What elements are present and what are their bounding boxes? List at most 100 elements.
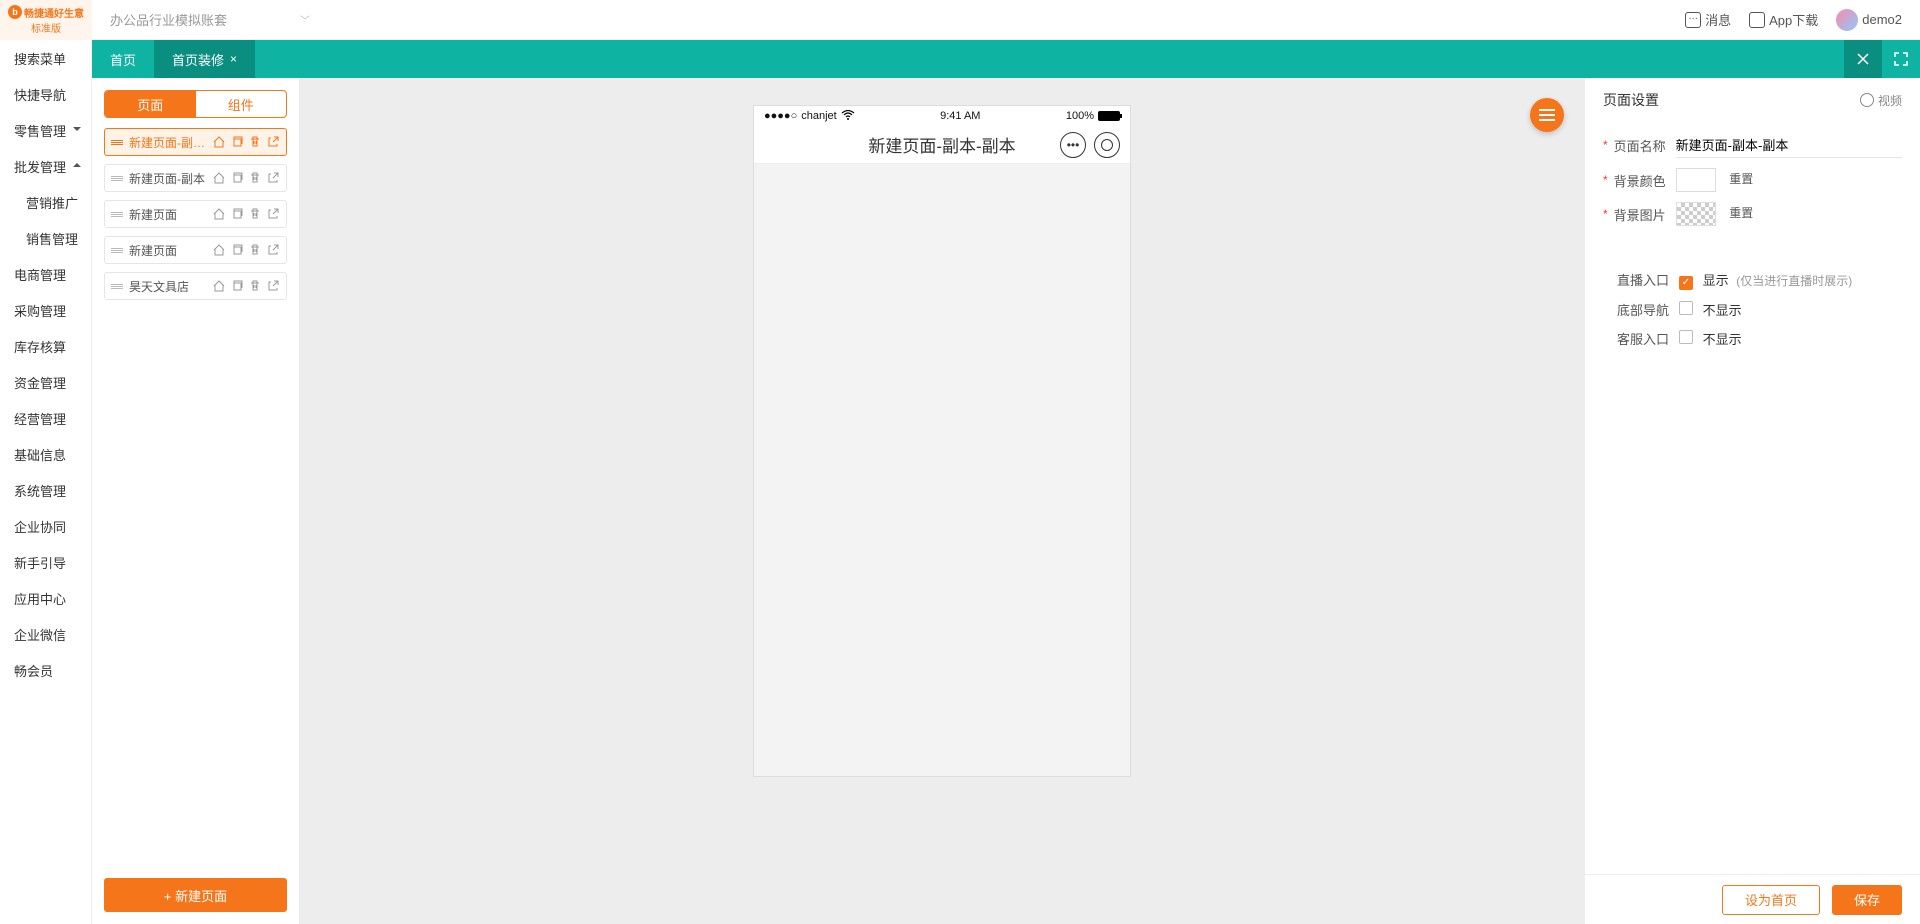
- ribbon-tab[interactable]: 首页: [92, 40, 154, 78]
- bottom-nav-checkbox[interactable]: [1679, 301, 1693, 315]
- delete-icon[interactable]: [248, 171, 262, 185]
- tab-close-icon[interactable]: ×: [230, 52, 237, 66]
- external-link-icon[interactable]: [266, 135, 280, 149]
- capsule-more-icon: •••: [1060, 132, 1086, 158]
- external-link-icon[interactable]: [266, 171, 280, 185]
- page-name-label: 新建页面: [129, 242, 206, 259]
- sidebar-item[interactable]: 批发管理: [0, 148, 91, 184]
- message-icon: [1685, 12, 1701, 28]
- top-bar: b 畅捷通好生意 标准版 办公品行业模拟账套 ﹀ 消息 App下载 demo2: [0, 0, 1920, 40]
- sidebar-item[interactable]: 系统管理: [0, 472, 91, 508]
- page-component-toggle: 页面 组件: [104, 90, 287, 118]
- seg-page-tab[interactable]: 页面: [105, 91, 196, 117]
- page-list-row[interactable]: 新建页面-副本: [104, 164, 287, 192]
- close-icon: [1856, 52, 1870, 66]
- capsule-target-icon: [1094, 132, 1120, 158]
- save-button[interactable]: 保存: [1832, 885, 1902, 915]
- sidebar-item[interactable]: 采购管理: [0, 292, 91, 328]
- sidebar-item[interactable]: 基础信息: [0, 436, 91, 472]
- avatar: [1836, 9, 1858, 31]
- service-label: 不显示: [1703, 332, 1742, 347]
- bg-image-swatch[interactable]: [1676, 202, 1716, 226]
- brand-icon: b: [8, 5, 22, 19]
- sidebar-item[interactable]: 资金管理: [0, 364, 91, 400]
- sidebar-item[interactable]: 库存核算: [0, 328, 91, 364]
- settings-panel: 页面设置 视频 * 页面名称 * 背景颜色 重置: [1584, 78, 1920, 924]
- sidebar-subitem[interactable]: 销售管理: [0, 220, 91, 256]
- sidebar-item[interactable]: 快捷导航: [0, 76, 91, 112]
- sidebar-item[interactable]: 应用中心: [0, 580, 91, 616]
- live-hint: (仅当进行直播时展示): [1736, 274, 1852, 288]
- phone-body[interactable]: [754, 164, 1130, 776]
- fullscreen-button[interactable]: [1882, 40, 1920, 78]
- copy-icon[interactable]: [230, 207, 244, 221]
- sidebar-item[interactable]: 经营管理: [0, 400, 91, 436]
- component-drawer-toggle[interactable]: [1530, 98, 1564, 132]
- external-link-icon[interactable]: [266, 207, 280, 221]
- bg-image-reset[interactable]: 重置: [1729, 206, 1753, 220]
- ribbon-tab[interactable]: 首页装修×: [154, 40, 255, 78]
- brand-logo[interactable]: b 畅捷通好生意 标准版: [0, 0, 92, 40]
- drag-handle-icon[interactable]: [111, 176, 123, 181]
- page-name-label: 新建页面-副本: [129, 170, 206, 187]
- page-name-input[interactable]: [1676, 132, 1902, 158]
- bg-color-reset[interactable]: 重置: [1729, 172, 1753, 186]
- drag-handle-icon[interactable]: [111, 248, 123, 253]
- field-label-service: 客服入口: [1617, 329, 1679, 348]
- copy-icon[interactable]: [230, 243, 244, 257]
- home-icon[interactable]: [212, 279, 226, 293]
- home-icon[interactable]: [212, 135, 226, 149]
- video-help-link[interactable]: 视频: [1860, 92, 1902, 109]
- phone-preview: ●●●●○ chanjet 9:41 AM 100% 新建页面-副本-副本 ••…: [754, 106, 1130, 776]
- seg-component-tab[interactable]: 组件: [196, 91, 287, 117]
- drag-handle-icon[interactable]: [111, 140, 123, 145]
- chevron-down-icon: ﹀: [300, 12, 310, 27]
- page-list-row[interactable]: 新建页面: [104, 236, 287, 264]
- close-all-tabs-button[interactable]: [1844, 40, 1882, 78]
- messages-link[interactable]: 消息: [1685, 10, 1731, 29]
- delete-icon[interactable]: [248, 207, 262, 221]
- service-checkbox[interactable]: [1679, 330, 1693, 344]
- sidebar-subitem[interactable]: 营销推广: [0, 184, 91, 220]
- sidebar-item[interactable]: 新手引导: [0, 544, 91, 580]
- page-list-row[interactable]: 昊天文具店: [104, 272, 287, 300]
- sidebar-item[interactable]: 零售管理: [0, 112, 91, 148]
- home-icon[interactable]: [212, 171, 226, 185]
- canvas: ●●●●○ chanjet 9:41 AM 100% 新建页面-副本-副本 ••…: [300, 78, 1584, 924]
- delete-icon[interactable]: [248, 279, 262, 293]
- drag-handle-icon[interactable]: [111, 284, 123, 289]
- external-link-icon[interactable]: [266, 243, 280, 257]
- copy-icon[interactable]: [230, 135, 244, 149]
- sidebar-item[interactable]: 企业微信: [0, 616, 91, 652]
- tab-ribbon: 首页首页装修×: [92, 40, 1920, 78]
- page-list-row[interactable]: 新建页面: [104, 200, 287, 228]
- brand-name: 畅捷通好生意: [24, 5, 84, 20]
- field-label-page-name: 页面名称: [1614, 136, 1676, 155]
- sidebar-item[interactable]: 企业协同: [0, 508, 91, 544]
- home-icon[interactable]: [212, 243, 226, 257]
- live-show-checkbox[interactable]: ✓: [1679, 276, 1693, 290]
- tenant-selector[interactable]: 办公品行业模拟账套 ﹀: [110, 7, 310, 33]
- drag-handle-icon[interactable]: [111, 212, 123, 217]
- app-download-link[interactable]: App下载: [1749, 10, 1818, 29]
- field-label-bg-image: 背景图片: [1614, 205, 1676, 224]
- delete-icon[interactable]: [248, 243, 262, 257]
- user-menu[interactable]: demo2: [1836, 9, 1902, 31]
- home-icon[interactable]: [212, 207, 226, 221]
- copy-icon[interactable]: [230, 171, 244, 185]
- set-as-home-button[interactable]: 设为首页: [1722, 885, 1820, 915]
- page-list-row[interactable]: 新建页面-副本...: [104, 128, 287, 156]
- fullscreen-icon: [1894, 52, 1908, 66]
- copy-icon[interactable]: [230, 279, 244, 293]
- brand-edition: 标准版: [31, 20, 61, 35]
- bg-color-swatch[interactable]: [1676, 168, 1716, 192]
- sidebar-item[interactable]: 电商管理: [0, 256, 91, 292]
- new-page-button[interactable]: + 新建页面: [104, 878, 287, 912]
- delete-icon[interactable]: [248, 135, 262, 149]
- sidebar-item[interactable]: 畅会员: [0, 652, 91, 688]
- editor-area: 页面 组件 新建页面-副本...新建页面-副本新建页面新建页面昊天文具店 + 新…: [92, 78, 1920, 924]
- phone-icon: [1749, 12, 1765, 28]
- main-sidebar: 搜索菜单快捷导航零售管理批发管理营销推广销售管理电商管理采购管理库存核算资金管理…: [0, 40, 92, 924]
- external-link-icon[interactable]: [266, 279, 280, 293]
- sidebar-item[interactable]: 搜索菜单: [0, 40, 91, 76]
